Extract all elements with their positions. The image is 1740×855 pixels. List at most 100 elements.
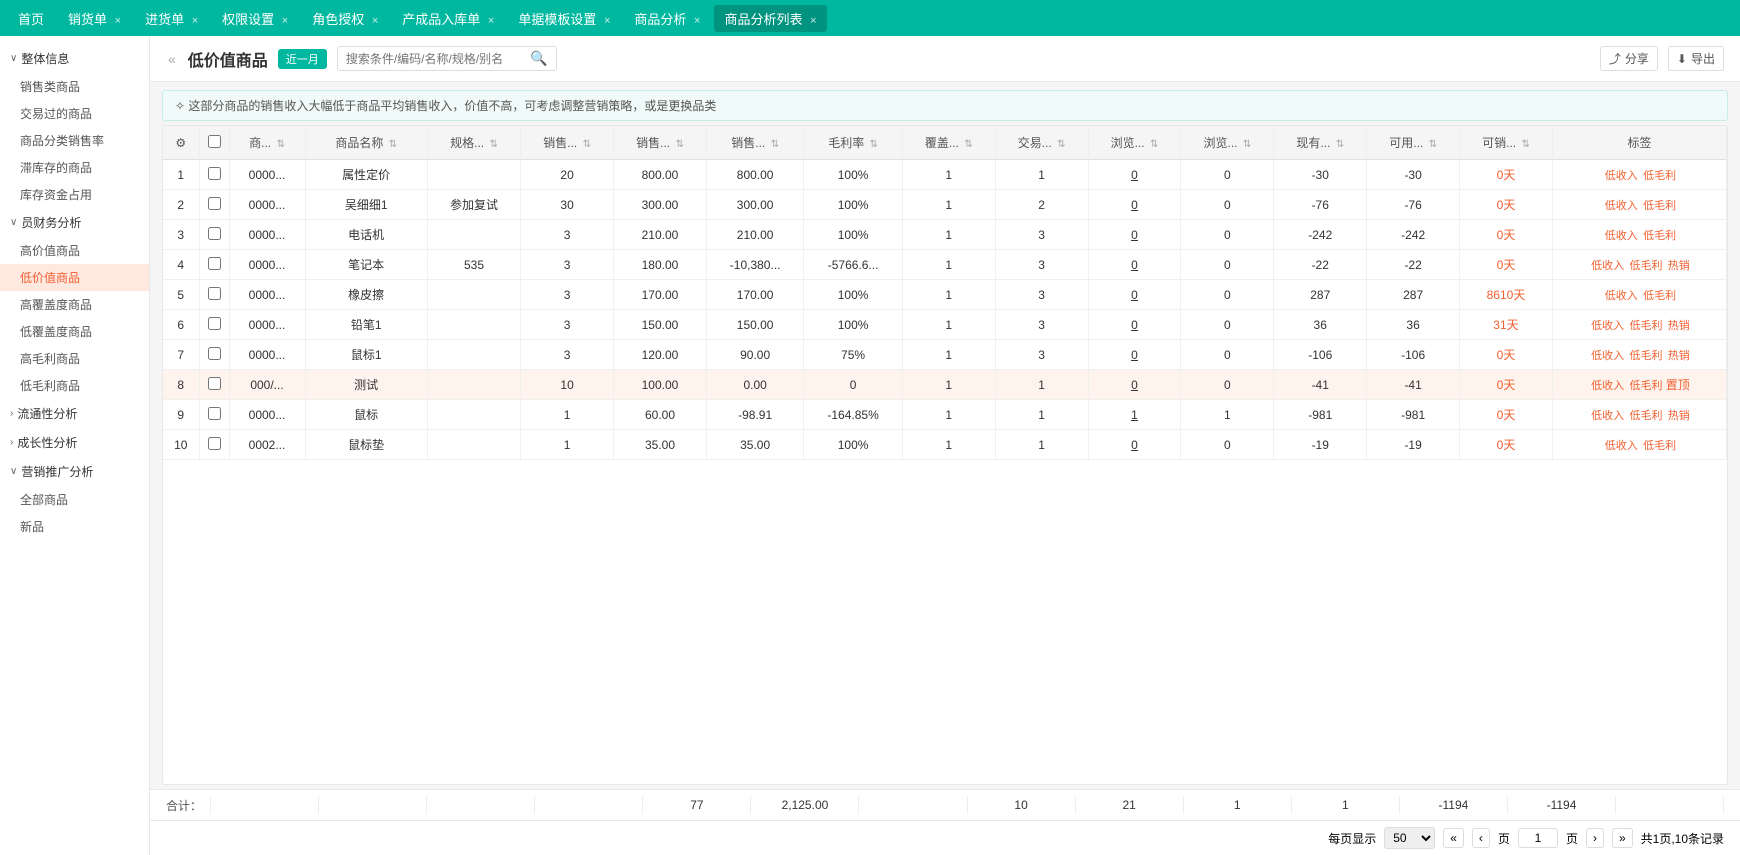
page-size-select[interactable]: 50 100 bbox=[1384, 827, 1435, 849]
sidebar-item-low-margin[interactable]: 低毛利商品 bbox=[0, 372, 149, 399]
nav-purchase[interactable]: 进货单 × bbox=[135, 5, 208, 32]
cell-browse1[interactable]: 0 bbox=[1088, 250, 1181, 280]
close-analysis-icon[interactable]: × bbox=[694, 15, 700, 27]
browse-link[interactable]: 0 bbox=[1131, 348, 1138, 362]
row-checkbox[interactable] bbox=[208, 167, 221, 180]
row-checkbox[interactable] bbox=[208, 407, 221, 420]
row-checkbox[interactable] bbox=[208, 287, 221, 300]
cell-browse1[interactable]: 0 bbox=[1088, 370, 1181, 400]
sidebar-item-sales-products[interactable]: 销售类商品 bbox=[0, 73, 149, 100]
cell-current: -76 bbox=[1274, 190, 1367, 220]
col-trade[interactable]: 交易... ⇅ bbox=[995, 126, 1088, 160]
sidebar-collapse-button[interactable]: « bbox=[166, 49, 178, 69]
search-icon[interactable]: 🔍 bbox=[530, 50, 547, 67]
col-sale1[interactable]: 销售... ⇅ bbox=[521, 126, 614, 160]
col-browse1[interactable]: 浏览... ⇅ bbox=[1088, 126, 1181, 160]
sidebar-item-high-value[interactable]: 高价值商品 bbox=[0, 237, 149, 264]
nav-sales[interactable]: 销货单 × bbox=[58, 5, 131, 32]
close-purchase-icon[interactable]: × bbox=[192, 15, 198, 27]
sidebar-item-category-rate[interactable]: 商品分类销售率 bbox=[0, 127, 149, 154]
select-all-checkbox[interactable] bbox=[208, 135, 221, 148]
cell-browse1[interactable]: 0 bbox=[1088, 220, 1181, 250]
page-input[interactable] bbox=[1518, 828, 1558, 848]
close-products-icon[interactable]: × bbox=[488, 15, 494, 27]
sidebar-item-inventory-capital[interactable]: 库存资金占用 bbox=[0, 181, 149, 208]
cell-spec bbox=[427, 340, 520, 370]
browse-link[interactable]: 0 bbox=[1131, 318, 1138, 332]
row-checkbox[interactable] bbox=[208, 257, 221, 270]
section-marketing[interactable]: ∨ 营销推广分析 bbox=[0, 457, 149, 486]
close-analysis-list-icon[interactable]: × bbox=[810, 15, 816, 27]
browse-link[interactable]: 0 bbox=[1131, 438, 1138, 452]
footer-cells: 77 2,125.00 10 21 1 1 -1194 -1194 bbox=[211, 796, 1724, 814]
section-circulation[interactable]: › 流通性分析 bbox=[0, 399, 149, 428]
time-range-button[interactable]: 近一月 bbox=[278, 49, 327, 69]
sidebar-item-new-products[interactable]: 新品 bbox=[0, 513, 149, 540]
col-current[interactable]: 现有... ⇅ bbox=[1274, 126, 1367, 160]
share-button[interactable]: ⤴ 分享 bbox=[1600, 46, 1658, 71]
row-checkbox[interactable] bbox=[208, 227, 221, 240]
cell-days: 0天 bbox=[1460, 370, 1553, 400]
col-sale3[interactable]: 销售... ⇅ bbox=[706, 126, 803, 160]
sidebar-item-low-coverage[interactable]: 低覆盖度商品 bbox=[0, 318, 149, 345]
col-saleable[interactable]: 可销... ⇅ bbox=[1460, 126, 1553, 160]
sidebar-item-high-coverage[interactable]: 高覆盖度商品 bbox=[0, 291, 149, 318]
col-cover[interactable]: 覆盖... ⇅ bbox=[902, 126, 995, 160]
table-header-row: ⚙ 商... ⇅ 商品名称 ⇅ 规格... ⇅ 销售... ⇅ 销售... ⇅ … bbox=[163, 126, 1727, 160]
col-sale2[interactable]: 销售... ⇅ bbox=[614, 126, 707, 160]
row-checkbox[interactable] bbox=[208, 377, 221, 390]
col-available[interactable]: 可用... ⇅ bbox=[1367, 126, 1460, 160]
sidebar-item-traded[interactable]: 交易过的商品 bbox=[0, 100, 149, 127]
row-checkbox[interactable] bbox=[208, 437, 221, 450]
col-settings[interactable]: ⚙ bbox=[163, 126, 199, 160]
next-page-button[interactable]: › bbox=[1586, 828, 1604, 848]
close-sales-icon[interactable]: × bbox=[115, 15, 121, 27]
row-checkbox[interactable] bbox=[208, 197, 221, 210]
cell-browse1[interactable]: 0 bbox=[1088, 280, 1181, 310]
col-browse2[interactable]: 浏览... ⇅ bbox=[1181, 126, 1274, 160]
row-checkbox[interactable] bbox=[208, 317, 221, 330]
sidebar-item-low-value[interactable]: 低价值商品 bbox=[0, 264, 149, 291]
col-spec[interactable]: 规格... ⇅ bbox=[427, 126, 520, 160]
nav-analysis-list[interactable]: 商品分析列表 × bbox=[714, 5, 826, 32]
nav-products-inbound[interactable]: 产成品入库单 × bbox=[392, 5, 504, 32]
section-financial[interactable]: ∨ 员财务分析 bbox=[0, 208, 149, 237]
export-button[interactable]: ⬇ 导出 bbox=[1668, 46, 1724, 71]
browse-link[interactable]: 0 bbox=[1131, 198, 1138, 212]
browse-link[interactable]: 0 bbox=[1131, 258, 1138, 272]
cell-browse1[interactable]: 1 bbox=[1088, 400, 1181, 430]
browse-link[interactable]: 0 bbox=[1131, 288, 1138, 302]
col-gross[interactable]: 毛利率 ⇅ bbox=[804, 126, 902, 160]
last-page-button[interactable]: » bbox=[1612, 828, 1633, 848]
nav-roles[interactable]: 角色授权 × bbox=[302, 5, 388, 32]
nav-template[interactable]: 单据模板设置 × bbox=[508, 5, 620, 32]
close-permissions-icon[interactable]: × bbox=[282, 15, 288, 27]
nav-permissions[interactable]: 权限设置 × bbox=[212, 5, 298, 32]
section-growth[interactable]: › 成长性分析 bbox=[0, 428, 149, 457]
cell-checkbox bbox=[199, 430, 229, 460]
close-template-icon[interactable]: × bbox=[604, 15, 610, 27]
search-input[interactable] bbox=[346, 52, 525, 66]
col-code[interactable]: 商... ⇅ bbox=[229, 126, 305, 160]
browse-link[interactable]: 0 bbox=[1131, 228, 1138, 242]
close-roles-icon[interactable]: × bbox=[372, 15, 378, 27]
first-page-button[interactable]: « bbox=[1443, 828, 1464, 848]
row-checkbox[interactable] bbox=[208, 347, 221, 360]
browse-link[interactable]: 0 bbox=[1131, 168, 1138, 182]
footer-cell-cover: 10 bbox=[968, 796, 1076, 814]
nav-home[interactable]: 首页 bbox=[8, 5, 54, 32]
sidebar-item-high-margin[interactable]: 高毛利商品 bbox=[0, 345, 149, 372]
cell-browse1[interactable]: 0 bbox=[1088, 430, 1181, 460]
sidebar-item-slow-inventory[interactable]: 滞库存的商品 bbox=[0, 154, 149, 181]
prev-page-button[interactable]: ‹ bbox=[1472, 828, 1490, 848]
cell-browse1[interactable]: 0 bbox=[1088, 340, 1181, 370]
cell-browse1[interactable]: 0 bbox=[1088, 160, 1181, 190]
browse-link[interactable]: 0 bbox=[1131, 378, 1138, 392]
browse-link[interactable]: 1 bbox=[1131, 408, 1138, 422]
sidebar-item-all-products[interactable]: 全部商品 bbox=[0, 486, 149, 513]
section-overall[interactable]: ∨ 整体信息 bbox=[0, 44, 149, 73]
cell-browse1[interactable]: 0 bbox=[1088, 190, 1181, 220]
cell-browse1[interactable]: 0 bbox=[1088, 310, 1181, 340]
nav-analysis[interactable]: 商品分析 × bbox=[624, 5, 710, 32]
col-name[interactable]: 商品名称 ⇅ bbox=[305, 126, 427, 160]
